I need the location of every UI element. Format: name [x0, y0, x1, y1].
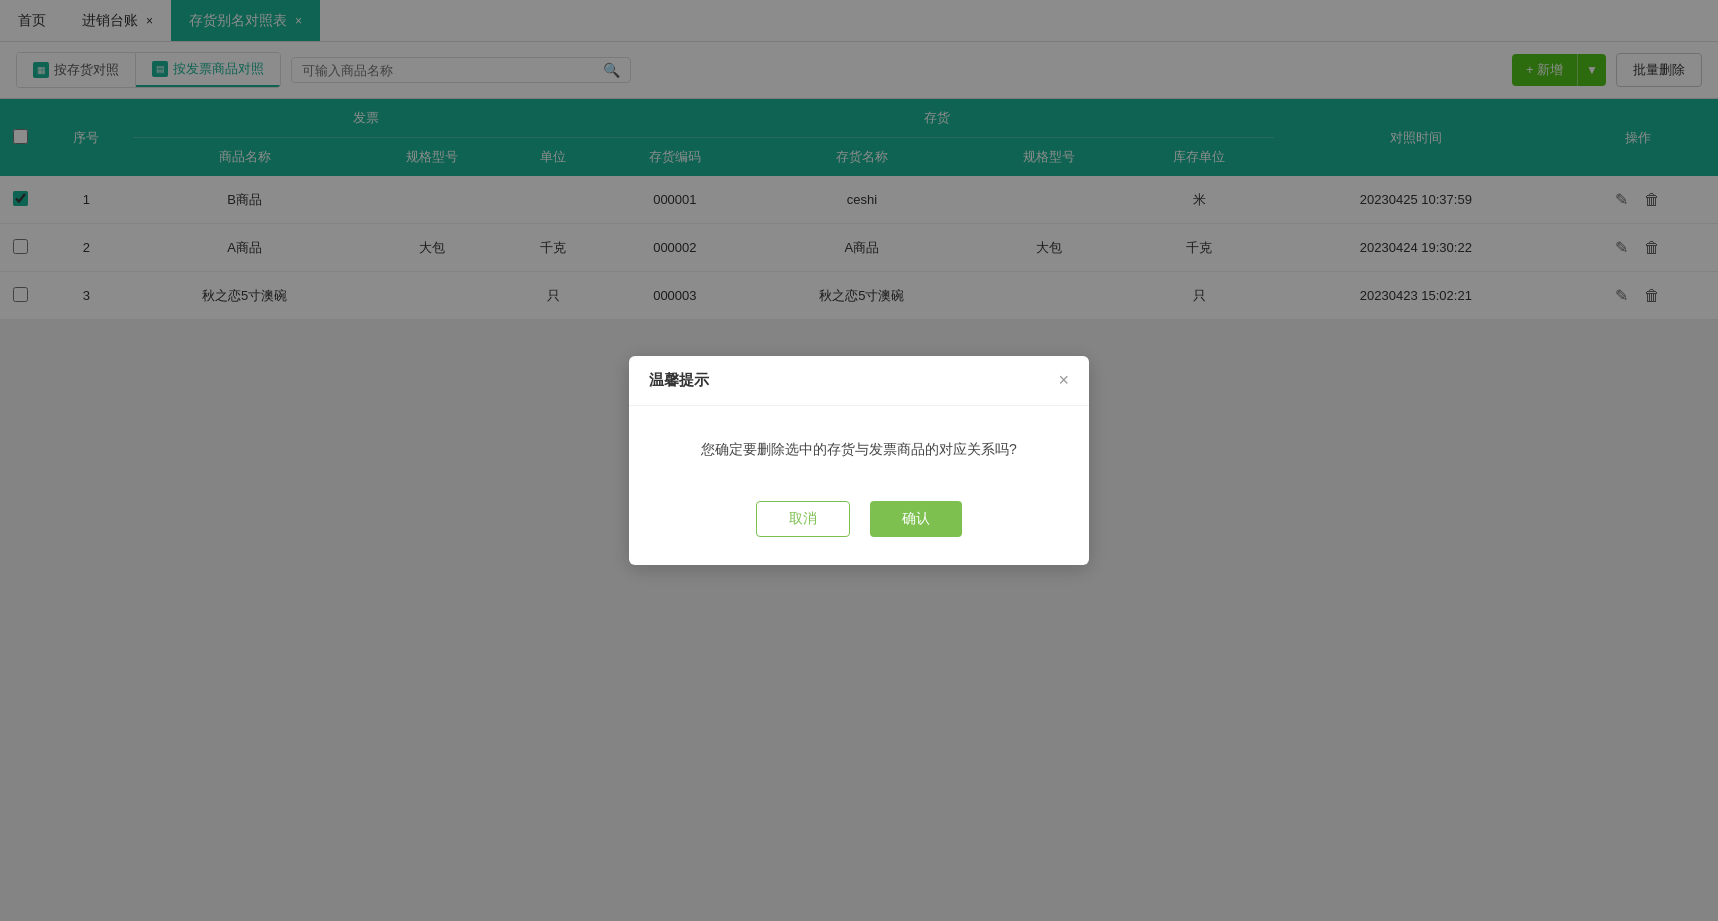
modal-overlay: 温馨提示 × 您确定要删除选中的存货与发票商品的对应关系吗? 取消 确认: [0, 0, 1718, 320]
